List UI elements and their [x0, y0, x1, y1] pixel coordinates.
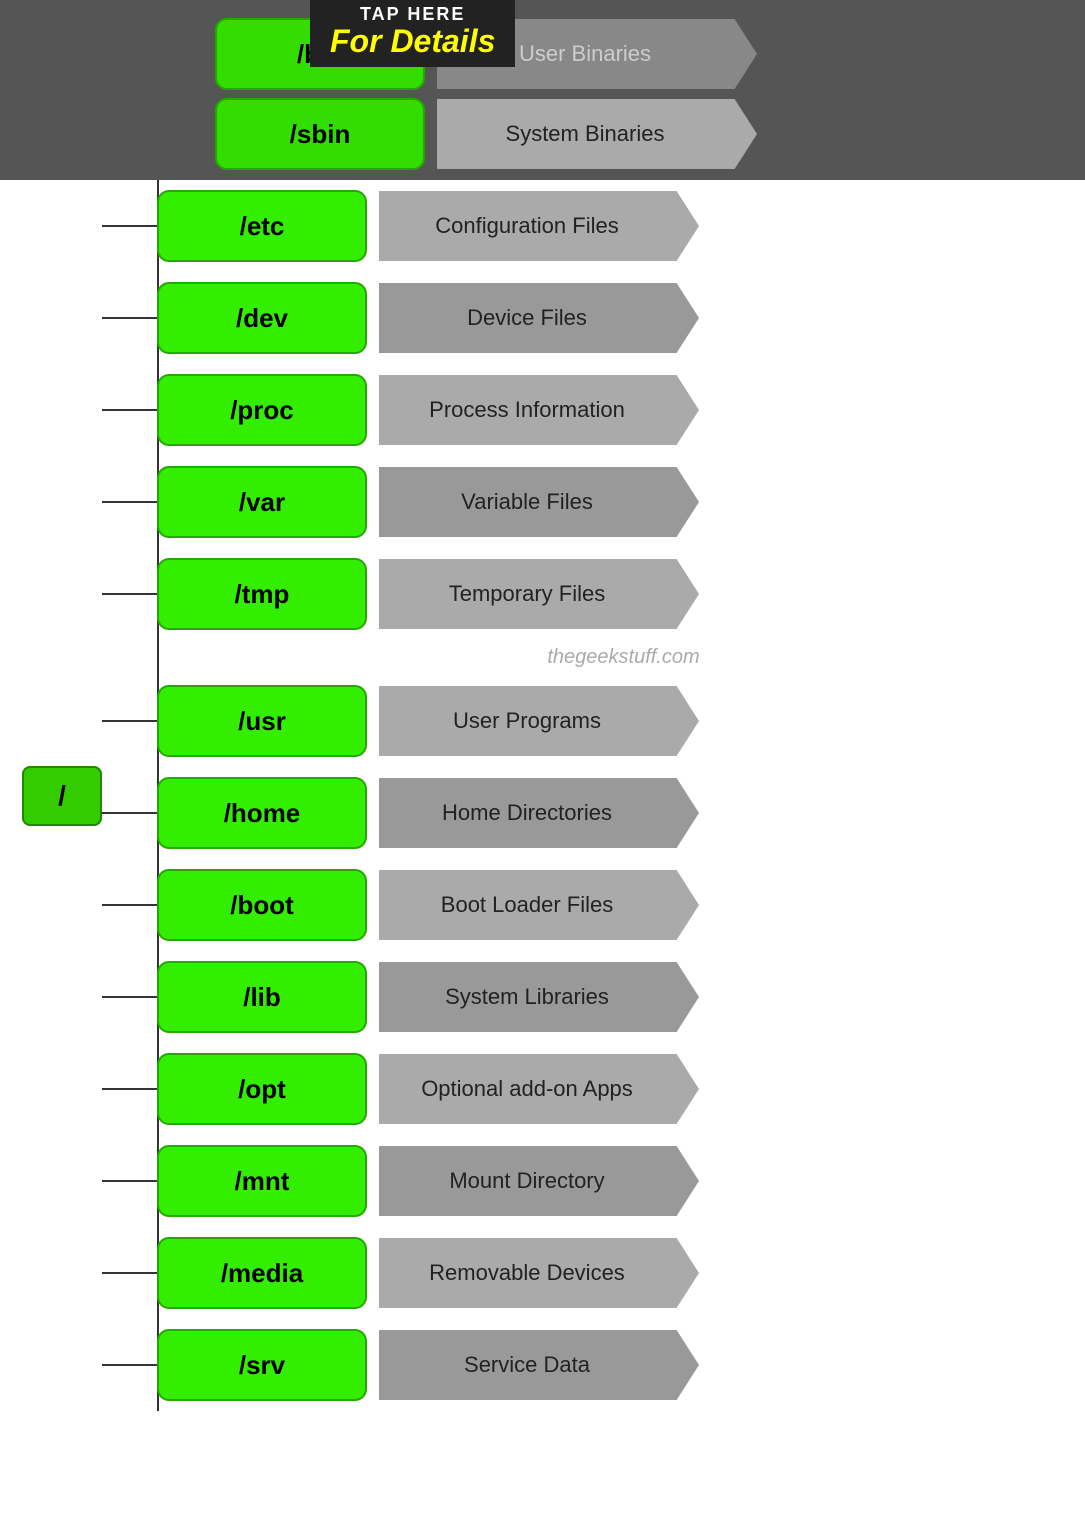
row-dev: /dev Device Files — [102, 272, 1085, 364]
dir-mnt[interactable]: /mnt — [157, 1145, 367, 1217]
root-node[interactable]: / — [22, 766, 102, 826]
dir-boot[interactable]: /boot — [157, 869, 367, 941]
dir-sbin[interactable]: /sbin — [215, 98, 425, 170]
desc-media: Removable Devices — [379, 1238, 699, 1308]
h-connector-etc — [102, 225, 157, 227]
desc-srv: Service Data — [379, 1330, 699, 1400]
row-var: /var Variable Files — [102, 456, 1085, 548]
desc-home: Home Directories — [379, 778, 699, 848]
row-tmp: /tmp Temporary Files — [102, 548, 1085, 640]
desc-boot: Boot Loader Files — [379, 870, 699, 940]
watermark: thegeekstuff.com — [102, 640, 1085, 675]
row-opt: /opt Optional add-on Apps — [102, 1043, 1085, 1135]
dir-srv[interactable]: /srv — [157, 1329, 367, 1401]
dir-usr[interactable]: /usr — [157, 685, 367, 757]
for-details-text: For Details — [330, 25, 495, 57]
desc-tmp: Temporary Files — [379, 559, 699, 629]
dir-var[interactable]: /var — [157, 466, 367, 538]
desc-etc: Configuration Files — [379, 191, 699, 261]
row-usr: /usr User Programs — [102, 675, 1085, 767]
dir-media[interactable]: /media — [157, 1237, 367, 1309]
row-mnt: /mnt Mount Directory — [102, 1135, 1085, 1227]
dir-home[interactable]: /home — [157, 777, 367, 849]
desc-mnt: Mount Directory — [379, 1146, 699, 1216]
desc-sbin: System Binaries — [437, 99, 757, 169]
desc-var: Variable Files — [379, 467, 699, 537]
row-lib: /lib System Libraries — [102, 951, 1085, 1043]
desc-proc: Process Information — [379, 375, 699, 445]
row-proc: /proc Process Information — [102, 364, 1085, 456]
dir-lib[interactable]: /lib — [157, 961, 367, 1033]
row-boot: /boot Boot Loader Files — [102, 859, 1085, 951]
desc-dev: Device Files — [379, 283, 699, 353]
dir-proc[interactable]: /proc — [157, 374, 367, 446]
row-media: /media Removable Devices — [102, 1227, 1085, 1319]
desc-opt: Optional add-on Apps — [379, 1054, 699, 1124]
tap-here-text: TAP HERE — [330, 4, 495, 25]
row-home: /home Home Directories — [102, 767, 1085, 859]
dir-opt[interactable]: /opt — [157, 1053, 367, 1125]
row-etc: /etc Configuration Files — [102, 180, 1085, 272]
row-srv: /srv Service Data — [102, 1319, 1085, 1411]
dir-tmp[interactable]: /tmp — [157, 558, 367, 630]
dir-etc[interactable]: /etc — [157, 190, 367, 262]
desc-lib: System Libraries — [379, 962, 699, 1032]
desc-usr: User Programs — [379, 686, 699, 756]
dir-dev[interactable]: /dev — [157, 282, 367, 354]
